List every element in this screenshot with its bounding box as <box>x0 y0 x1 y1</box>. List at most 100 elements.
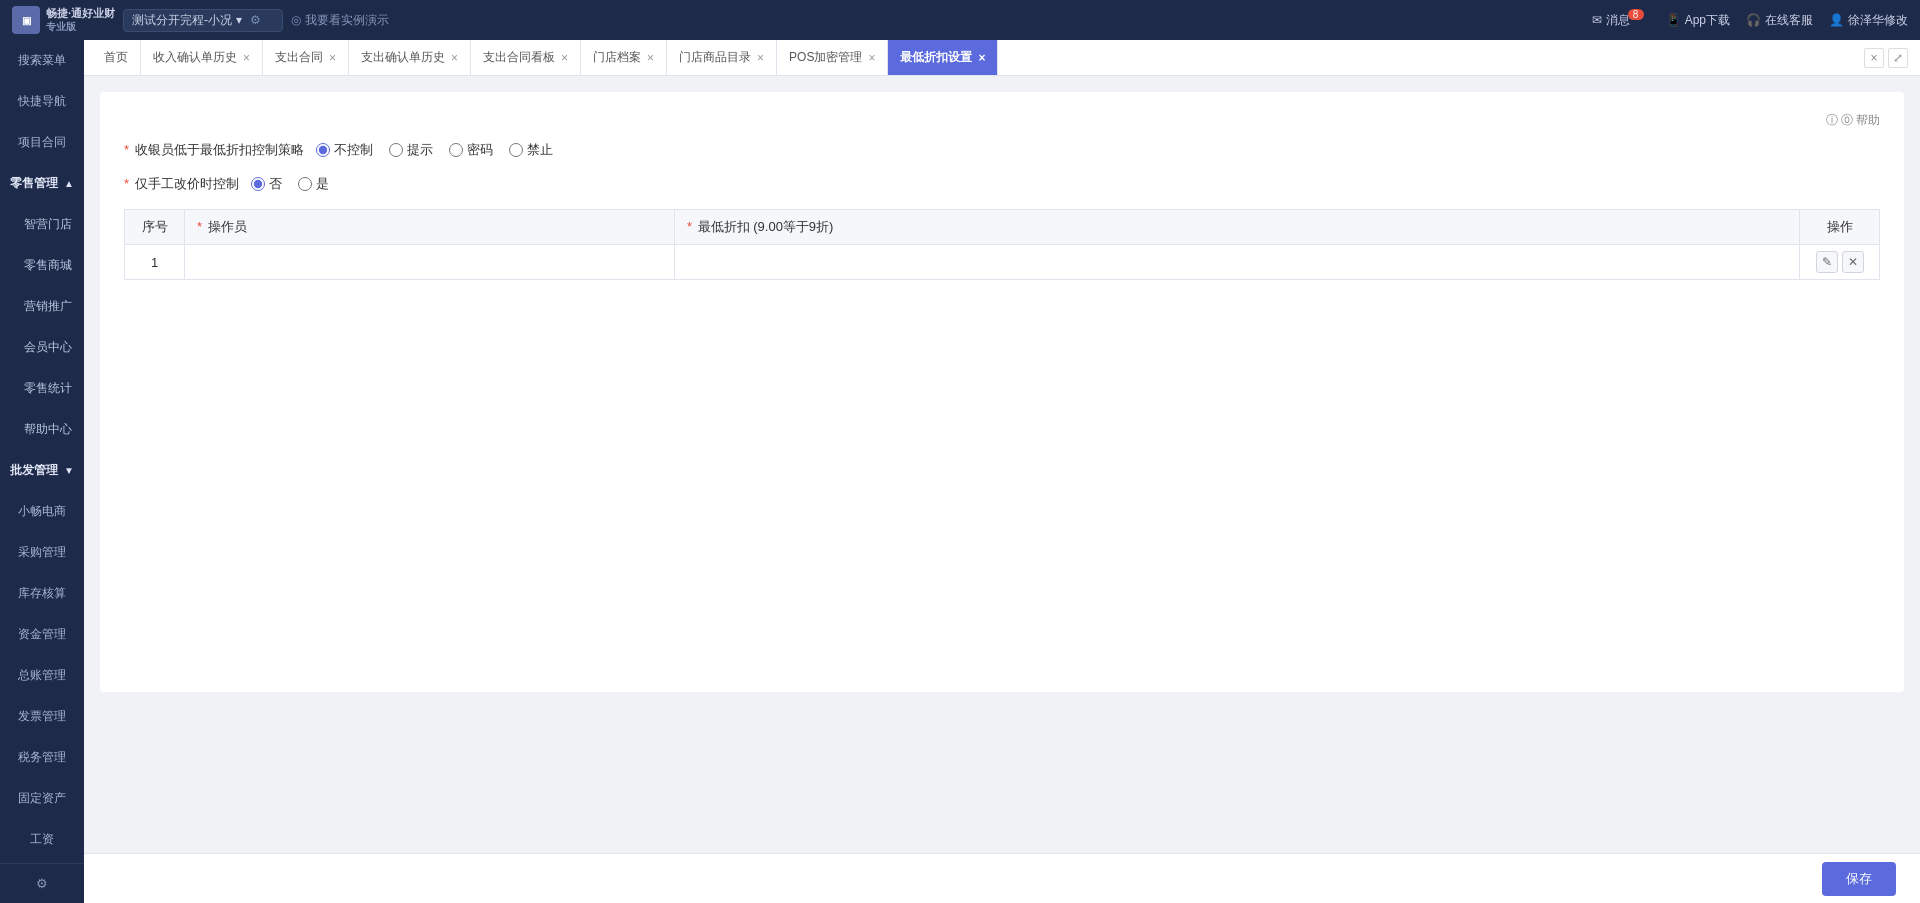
radio-password[interactable]: 密码 <box>449 141 493 159</box>
sidebar-item-purchase-mgmt[interactable]: 采购管理 <box>0 532 84 573</box>
tab-store-product-catalog-label: 门店商品目录 <box>679 49 751 66</box>
tab-store-archive[interactable]: 门店档案 × <box>581 40 667 76</box>
page-footer: 保存 <box>84 853 1920 903</box>
help-link[interactable]: ⓘ ⓪ 帮助 <box>1826 112 1880 129</box>
sidebar-item-fixed-assets[interactable]: 固定资产 <box>0 778 84 819</box>
sidebar-item-shortcuts[interactable]: 快捷导航 <box>0 81 84 122</box>
sidebar-item-wholesale-mgmt[interactable]: 批发管理 ▼ <box>0 450 84 491</box>
sidebar-item-fund-mgmt[interactable]: 资金管理 <box>0 614 84 655</box>
required-mark-2: * <box>124 176 129 191</box>
app-download-item[interactable]: 📱 App下载 <box>1666 12 1730 29</box>
radio-no-control[interactable]: 不控制 <box>316 141 373 159</box>
tab-income-confirm-history-label: 收入确认单历史 <box>153 49 237 66</box>
sidebar-gear-button[interactable]: ⚙ <box>0 864 84 903</box>
radio-no-label: 否 <box>269 175 282 193</box>
sidebar-item-retail-mall[interactable]: 零售商城 <box>0 245 84 286</box>
tab-payment-confirm-history[interactable]: 支出确认单历史 × <box>349 40 471 76</box>
settings-icon[interactable]: ⚙ <box>250 13 261 27</box>
row-seq-cell: 1 <box>125 245 185 280</box>
tab-income-confirm-history-close[interactable]: × <box>243 51 250 65</box>
sidebar-item-inventory[interactable]: 库存核算 <box>0 573 84 614</box>
logo-text-area: 畅捷·通好业财 专业版 <box>46 7 115 32</box>
table-row: 1 ✎ ✕ <box>125 245 1880 280</box>
sidebar-item-retail-mgmt[interactable]: 零售管理 ▲ <box>0 163 84 204</box>
col-action-header: 操作 <box>1800 210 1880 245</box>
tab-store-product-catalog-close[interactable]: × <box>757 51 764 65</box>
sidebar-item-ledger-mgmt[interactable]: 总账管理 <box>0 655 84 696</box>
row-operator-cell <box>185 245 675 280</box>
radio-forbidden-input[interactable] <box>509 143 523 157</box>
delete-button[interactable]: ✕ <box>1842 251 1864 273</box>
radio-yes-input[interactable] <box>298 177 312 191</box>
tab-close-btn[interactable]: × <box>1864 48 1884 68</box>
tab-payment-confirm-history-close[interactable]: × <box>451 51 458 65</box>
sidebar-item-project-contract[interactable]: 项目合同 <box>0 122 84 163</box>
tab-store-product-catalog[interactable]: 门店商品目录 × <box>667 40 777 76</box>
tab-pos-password-mgmt[interactable]: POS加密管理 × <box>777 40 888 76</box>
discount-policy-radio-group: 不控制 提示 密码 禁止 <box>316 141 553 159</box>
user-item[interactable]: 👤 徐泽华修改 <box>1829 12 1908 29</box>
sidebar-item-retail-stats[interactable]: 零售统计 <box>0 368 84 409</box>
radio-no-control-input[interactable] <box>316 143 330 157</box>
radio-hint-label: 提示 <box>407 141 433 159</box>
tab-pos-password-mgmt-close[interactable]: × <box>868 51 875 65</box>
table-body: 1 ✎ ✕ <box>125 245 1880 280</box>
tab-home[interactable]: 首页 <box>92 40 141 76</box>
radio-password-input[interactable] <box>449 143 463 157</box>
tab-min-discount-setting-close[interactable]: × <box>978 51 985 65</box>
tab-payment-contract-board-label: 支出合同看板 <box>483 49 555 66</box>
smart-store-label: 智营门店 <box>24 216 72 233</box>
tax-mgmt-label: 税务管理 <box>18 749 66 766</box>
tab-payment-contract-board[interactable]: 支出合同看板 × <box>471 40 581 76</box>
tab-min-discount-setting-label: 最低折扣设置 <box>900 49 972 66</box>
radio-hint-input[interactable] <box>389 143 403 157</box>
sidebar-item-help-center[interactable]: 帮助中心 <box>0 409 84 450</box>
sidebar-item-smart-store[interactable]: 智营门店 <box>0 204 84 245</box>
radio-hint[interactable]: 提示 <box>389 141 433 159</box>
radio-no[interactable]: 否 <box>251 175 282 193</box>
tab-payment-contract-close[interactable]: × <box>329 51 336 65</box>
radio-forbidden[interactable]: 禁止 <box>509 141 553 159</box>
sidebar-item-ecommerce[interactable]: 小畅电商 <box>0 491 84 532</box>
tab-home-label: 首页 <box>104 49 128 66</box>
retail-stats-label: 零售统计 <box>24 380 72 397</box>
tab-income-confirm-history[interactable]: 收入确认单历史 × <box>141 40 263 76</box>
project-label: 测试分开完程-小况 <box>132 12 232 29</box>
discount-policy-row: * 收银员低于最低折扣控制策略 不控制 提示 <box>124 141 1880 159</box>
ecommerce-label: 小畅电商 <box>18 503 66 520</box>
manual-control-label: * 仅手工改价时控制 <box>124 175 239 193</box>
tab-store-archive-close[interactable]: × <box>647 51 654 65</box>
sidebar-item-search[interactable]: 搜索菜单 <box>0 40 84 81</box>
save-button[interactable]: 保存 <box>1822 862 1896 896</box>
tab-payment-contract-board-close[interactable]: × <box>561 51 568 65</box>
user-icon: 👤 <box>1829 13 1844 27</box>
tab-bar: 首页 收入确认单历史 × 支出合同 × 支出确认单历史 × 支出合同看板 × 门… <box>84 40 1920 76</box>
row-discount-cell <box>674 245 1799 280</box>
ledger-mgmt-label: 总账管理 <box>18 667 66 684</box>
demo-link[interactable]: ◎ 我要看实例演示 <box>291 12 389 29</box>
sidebar-item-tax-mgmt[interactable]: 税务管理 <box>0 737 84 778</box>
sidebar-item-invoice-mgmt[interactable]: 发票管理 <box>0 696 84 737</box>
app-download-label: App下载 <box>1685 12 1730 29</box>
online-service-item[interactable]: 🎧 在线客服 <box>1746 12 1813 29</box>
demo-link-label: 我要看实例演示 <box>305 12 389 29</box>
tab-pos-password-mgmt-label: POS加密管理 <box>789 49 862 66</box>
radio-yes[interactable]: 是 <box>298 175 329 193</box>
tab-payment-contract[interactable]: 支出合同 × <box>263 40 349 76</box>
sidebar-bottom: ⚙ <box>0 863 84 903</box>
edit-button[interactable]: ✎ <box>1816 251 1838 273</box>
tab-payment-contract-label: 支出合同 <box>275 49 323 66</box>
sidebar-item-member-center[interactable]: 会员中心 <box>0 327 84 368</box>
tab-min-discount-setting[interactable]: 最低折扣设置 × <box>888 40 998 76</box>
project-selector[interactable]: 测试分开完程-小况 ▾ ⚙ <box>123 9 283 32</box>
tab-payment-confirm-history-label: 支出确认单历史 <box>361 49 445 66</box>
radio-no-input[interactable] <box>251 177 265 191</box>
logo-icon: ▣ <box>12 6 40 34</box>
sidebar-item-payroll[interactable]: 工资 <box>0 819 84 860</box>
help-center-label: 帮助中心 <box>24 421 72 438</box>
sidebar-item-marketing[interactable]: 营销推广 <box>0 286 84 327</box>
tab-expand-btn[interactable]: ⤢ <box>1888 48 1908 68</box>
message-item[interactable]: ✉ 消息 8 <box>1592 12 1650 29</box>
tab-controls: × ⤢ <box>1864 48 1912 68</box>
phone-icon: 📱 <box>1666 13 1681 27</box>
